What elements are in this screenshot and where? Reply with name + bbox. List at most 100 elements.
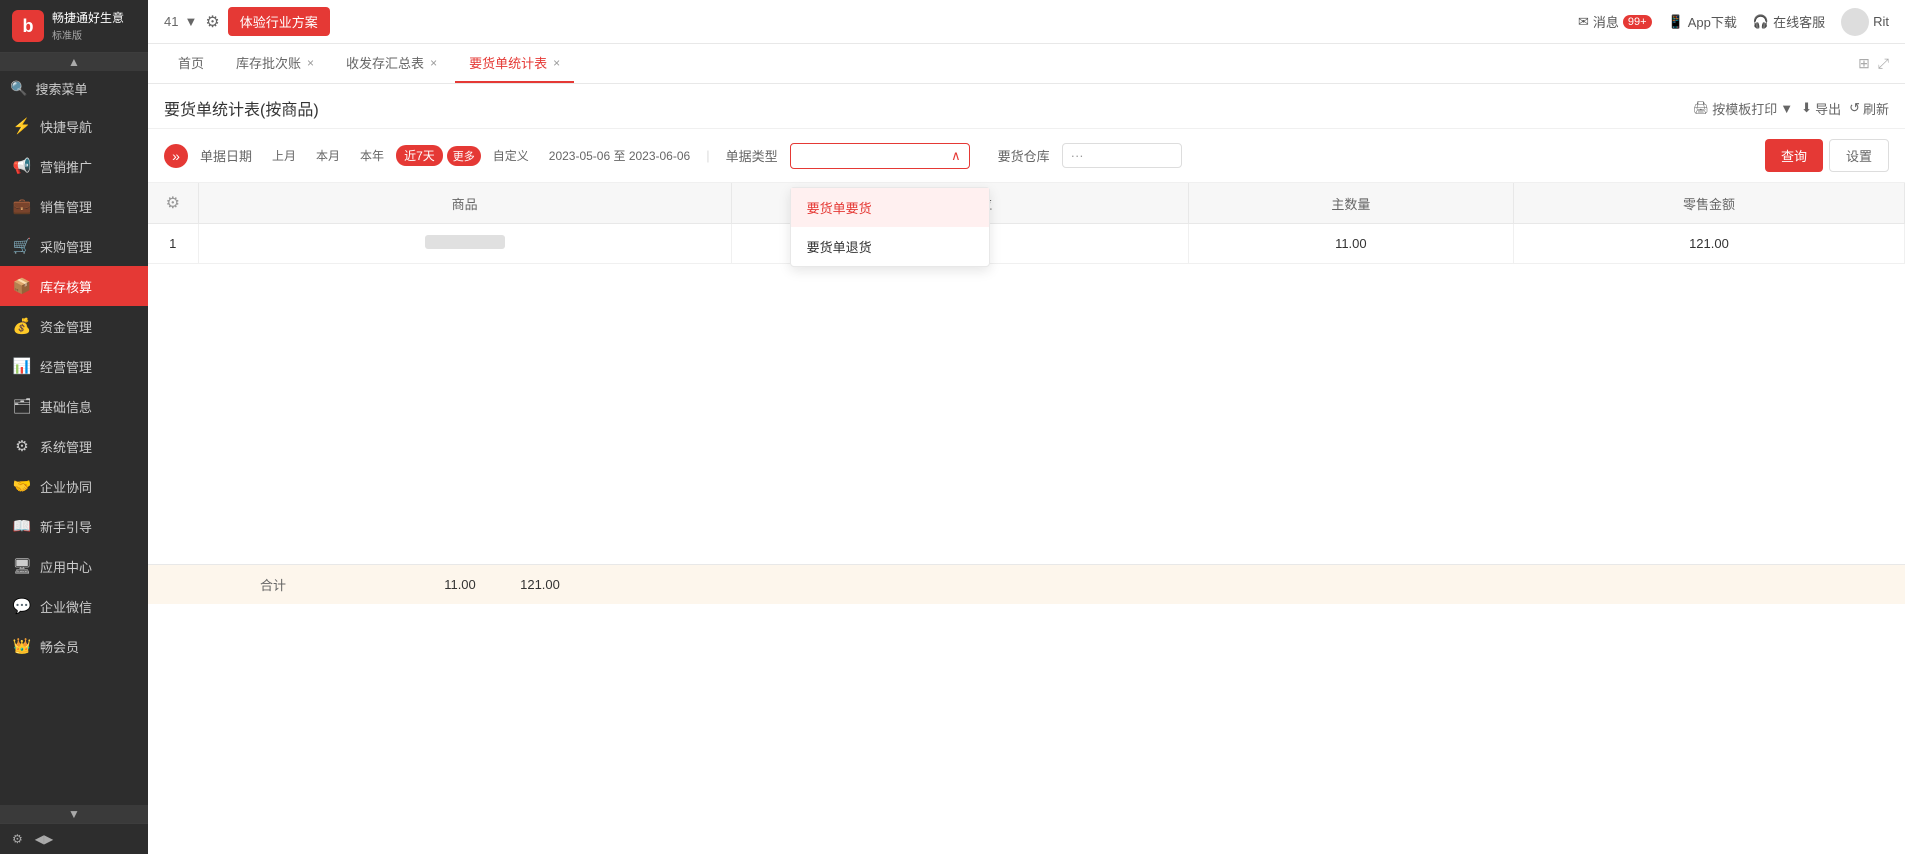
tab-receive-summary-label: 收发存汇总表 [346,53,424,72]
tab-expand-icon[interactable]: ⊞ [1858,55,1870,72]
type-select[interactable]: ∧ [790,143,970,169]
topbar: 41 ▼ ⚙ 体验行业方案 ✉ 消息 99+ 📱 App下载 🎧 在线客服 R [148,0,1905,44]
tab-order-stat[interactable]: 要货单统计表 × [455,44,574,83]
sidebar-item-jingyingguanli[interactable]: 📊 经营管理 [0,346,148,386]
warehouse-input[interactable]: ··· [1062,143,1182,168]
sidebar-scroll-up[interactable]: ▲ [0,53,148,71]
col-settings[interactable]: ⚙ [148,183,198,224]
type-select-container: ∧ 要货单要货 要货单退货 [790,143,970,169]
info-icon: 🗂 [12,396,32,416]
sidebar-item-jichuxinxi[interactable]: 🗂 基础信息 [0,386,148,426]
online-service-btn[interactable]: 🎧 在线客服 [1753,12,1825,31]
sidebar-item-kucunhesuan[interactable]: 📦 库存核算 [0,266,148,306]
online-service-label: 在线客服 [1773,12,1825,31]
sidebar-item-label: 快捷导航 [40,117,92,136]
app-logo-icon: b [12,10,44,42]
tab-inventory-batch[interactable]: 库存批次账 × [222,44,328,83]
trial-btn[interactable]: 体验行业方案 [228,7,330,36]
dropdown-item-tuihuo[interactable]: 要货单退货 [791,227,989,266]
table-footer: 合计 11.00 121.00 [148,564,1905,604]
app-sub: 标准版 [52,27,124,42]
sidebar-item-yingyongzhongxin[interactable]: 🖥 应用中心 [0,546,148,586]
export-btn[interactable]: ⬇ 导出 [1801,99,1841,118]
sidebar-logo: b 畅捷通好生意 标准版 [0,0,148,53]
avatar-img [1841,8,1869,36]
tab-receive-summary[interactable]: 收发存汇总表 × [332,44,451,83]
sidebar-bottom: ⚙ ◀▶ [0,823,148,854]
gear-sidebar-icon: ⚙ [12,436,32,456]
date-btn-this-year[interactable]: 本年 [352,144,392,167]
app-center-icon: 🖥 [12,556,32,576]
topbar-gear-icon[interactable]: ⚙ [205,12,219,32]
date-btn-last-month[interactable]: 上月 [264,144,304,167]
filter-bar: » 单据日期 上月 本月 本年 近7天 更多 自定义 2023-05-06 至 … [148,129,1905,183]
search-icon: 🔍 [10,80,27,97]
settings-btn[interactable]: 设置 [1829,139,1889,172]
date-btn-this-month[interactable]: 本月 [308,144,348,167]
sidebar-item-label: 营销推广 [40,157,92,176]
inventory-icon: 📦 [12,276,32,296]
date-btn-more[interactable]: 更多 [447,146,481,166]
query-btn[interactable]: 查询 [1765,139,1823,172]
sidebar-item-caigouguanli[interactable]: 🛒 采购管理 [0,226,148,266]
refresh-btn[interactable]: ↺ 刷新 [1849,99,1889,118]
sidebar-item-label: 基础信息 [40,397,92,416]
print-dropdown-icon[interactable]: ▼ [1780,101,1793,116]
print-btn[interactable]: 🖨 按模板打印 ▼ [1693,99,1793,118]
store-dropdown-icon[interactable]: ▼ [184,14,197,29]
export-icon: ⬇ [1801,100,1812,116]
data-table: ⚙ 商品 主计量单位 主数量 零售金额 1 [148,183,1905,264]
sidebar-item-zijinguanli[interactable]: 💰 资金管理 [0,306,148,346]
print-label: 按模板打印 [1712,99,1777,118]
main-content: 41 ▼ ⚙ 体验行业方案 ✉ 消息 99+ 📱 App下载 🎧 在线客服 R [148,0,1905,854]
user-avatar[interactable]: Rit [1841,8,1889,36]
message-btn[interactable]: ✉ 消息 99+ [1578,12,1652,31]
message-badge: 99+ [1623,15,1652,29]
sidebar-nav: ⚡ 快捷导航 📢 营销推广 💼 销售管理 🛒 采购管理 📦 库存核算 💰 资金管… [0,106,148,805]
tab-home[interactable]: 首页 [164,44,218,83]
store-id: 41 [164,14,178,29]
date-btns: 上月 本月 本年 近7天 更多 自定义 [264,144,537,167]
tab-home-label: 首页 [178,53,204,72]
sidebar-item-qiyeweixin[interactable]: 💬 企业微信 [0,586,148,626]
sidebar-item-xinshouyindao[interactable]: 📖 新手引导 [0,506,148,546]
headset-icon: 🎧 [1753,14,1769,30]
filter-expand-btn[interactable]: » [164,144,188,168]
filter-divider: | [706,148,709,163]
sidebar-scroll-down[interactable]: ▼ [0,805,148,823]
dropdown-item-yaohuo[interactable]: 要货单要货 [791,188,989,227]
sidebar-collapse-icon[interactable]: ◀▶ [35,832,53,846]
sidebar-item-changhyuanui[interactable]: 👑 畅会员 [0,626,148,666]
sidebar-item-xitonguanli[interactable]: ⚙ 系统管理 [0,426,148,466]
date-btn-7days[interactable]: 近7天 [396,145,443,166]
refresh-icon: ↺ [1849,100,1860,116]
phone-icon: 📱 [1668,14,1684,30]
topbar-left: 41 ▼ ⚙ 体验行业方案 [164,7,330,36]
message-label: 消息 [1593,12,1619,31]
sidebar-item-xiaoshouguanli[interactable]: 💼 销售管理 [0,186,148,226]
sidebar-item-label: 新手引导 [40,517,92,536]
sidebar-item-kuaijiedaohang[interactable]: ⚡ 快捷导航 [0,106,148,146]
page-title: 要货单统计表(按商品) [164,96,319,120]
sidebar-item-yingxiaotugguang[interactable]: 📢 营销推广 [0,146,148,186]
sidebar-item-label: 采购管理 [40,237,92,256]
sidebar-item-label: 销售管理 [40,197,92,216]
tab-fullscreen-icon[interactable]: ⤢ [1878,55,1889,72]
tab-order-stat-close[interactable]: × [553,56,560,70]
tab-inventory-batch-close[interactable]: × [307,56,314,70]
sidebar-settings-icon[interactable]: ⚙ [12,832,23,846]
app-download-btn[interactable]: 📱 App下载 [1668,12,1737,31]
sidebar-search[interactable]: 🔍 搜索菜单 [0,71,148,106]
type-label: 单据类型 [726,146,778,165]
page-content: 要货单统计表(按商品) 🖨 按模板打印 ▼ ⬇ 导出 ↺ 刷新 [148,84,1905,854]
col-qty: 主数量 [1188,183,1513,224]
vip-icon: 👑 [12,636,32,656]
sidebar-item-qiyexietong[interactable]: 🤝 企业协同 [0,466,148,506]
money-icon: 💰 [12,316,32,336]
date-btn-custom[interactable]: 自定义 [485,144,537,167]
guide-icon: 📖 [12,516,32,536]
table-wrap: ⚙ 商品 主计量单位 主数量 零售金额 1 [148,183,1905,264]
col-gear-icon: ⚙ [166,195,180,212]
tab-receive-summary-close[interactable]: × [430,56,437,70]
sales-icon: 💼 [12,196,32,216]
